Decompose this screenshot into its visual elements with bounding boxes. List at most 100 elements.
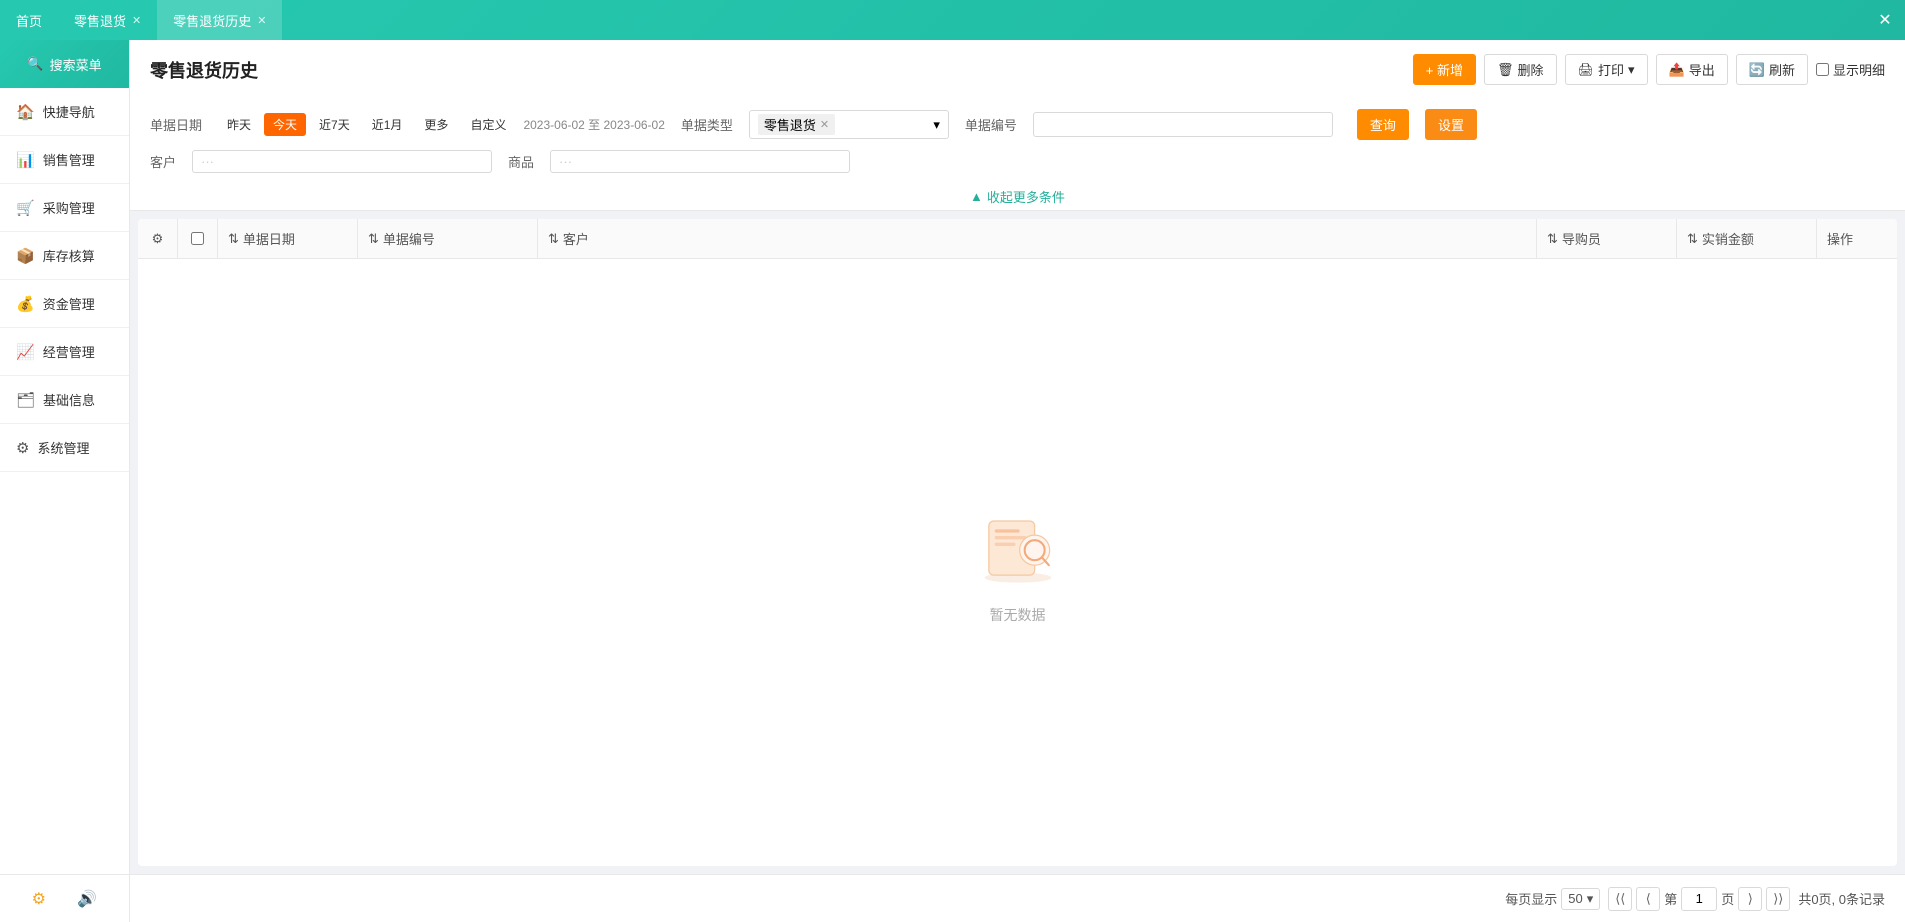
- sidebar-item-system[interactable]: ⚙ 系统管理: [0, 424, 129, 472]
- page-number-input[interactable]: [1681, 887, 1717, 911]
- sidebar-item-inventory[interactable]: 📦 库存核算: [0, 232, 129, 280]
- select-all-checkbox[interactable]: [191, 232, 204, 245]
- th-date[interactable]: ⇅ 单据日期: [218, 219, 358, 258]
- next-page-button[interactable]: ⟩: [1738, 887, 1762, 911]
- last-page-button[interactable]: ⟩⟩: [1766, 887, 1790, 911]
- sidebar-item-sales[interactable]: 📊 销售管理: [0, 136, 129, 184]
- print-dropdown-icon: ▾: [1628, 62, 1635, 78]
- export-icon: 📤: [1669, 62, 1685, 78]
- th-date-label: 单据日期: [243, 229, 295, 248]
- collapse-label: 收起更多条件: [987, 187, 1065, 206]
- page-size-area: 每页显示 50 ▾: [1505, 888, 1600, 910]
- page-title: 零售退货历史: [150, 57, 258, 83]
- refresh-icon: 🔄: [1749, 62, 1765, 78]
- speaker-icon[interactable]: 🔊: [77, 889, 97, 909]
- sidebar-item-management-label: 经营管理: [43, 342, 95, 361]
- date-btn-7days[interactable]: 近7天: [310, 113, 359, 136]
- table-header: ⚙ ⇅ 单据日期 ⇅ 单据编号 ⇅ 客户 ⇅: [138, 219, 1897, 259]
- main-layout: 🔍 搜索菜单 🏠 快捷导航 📊 销售管理 🛒 采购管理 📦 库存核算 💰 资金管…: [0, 40, 1905, 922]
- query-button[interactable]: 查询: [1357, 109, 1409, 140]
- date-btn-today[interactable]: 今天: [264, 113, 306, 136]
- export-button[interactable]: 📤 导出: [1656, 54, 1728, 85]
- print-label: 打印: [1598, 60, 1624, 79]
- sort-bill-icon: ⇅: [368, 231, 379, 247]
- purchase-icon: 🛒: [16, 199, 35, 217]
- th-checkbox[interactable]: [178, 219, 218, 258]
- th-guide-label: 导购员: [1562, 229, 1601, 248]
- th-guide[interactable]: ⇅ 导购员: [1537, 219, 1677, 258]
- th-amount[interactable]: ⇅ 实销金额: [1677, 219, 1817, 258]
- pagination-bar: 每页显示 50 ▾ ⟨⟨ ⟨ 第 页 ⟩ ⟩⟩ 共0页, 0条记录: [130, 874, 1905, 922]
- show-detail-checkbox[interactable]: [1816, 63, 1829, 76]
- page-header: 零售退货历史 + 新增 🗑 删除 🖨 打印 ▾ 📤 导出: [130, 40, 1905, 211]
- empty-state: 暂无数据: [138, 259, 1897, 866]
- th-customer[interactable]: ⇅ 客户: [538, 219, 1537, 258]
- goods-select[interactable]: ···: [550, 150, 850, 173]
- date-btn-custom[interactable]: 自定义: [461, 113, 515, 136]
- setting-button[interactable]: 设置: [1425, 109, 1477, 140]
- th-bill-label: 单据编号: [383, 229, 435, 248]
- add-button[interactable]: + 新增: [1413, 54, 1476, 85]
- tab-retail-return-history[interactable]: 零售退货历史 ✕: [157, 0, 282, 40]
- page-size-value: 50: [1568, 891, 1582, 906]
- collapse-arrow-icon: ▲: [970, 189, 983, 204]
- prev-page-button[interactable]: ⟨: [1636, 887, 1660, 911]
- table-section: ⚙ ⇅ 单据日期 ⇅ 单据编号 ⇅ 客户 ⇅: [138, 219, 1897, 866]
- sidebar-item-finance-label: 资金管理: [43, 294, 95, 313]
- home-icon: 🏠: [16, 103, 35, 121]
- collapse-button[interactable]: ▲ 收起更多条件: [958, 183, 1077, 210]
- th-action: 操作: [1817, 219, 1897, 258]
- sidebar-item-purchase[interactable]: 🛒 采购管理: [0, 184, 129, 232]
- page-unit: 页: [1721, 889, 1734, 908]
- page-size-dropdown-icon: ▾: [1587, 891, 1594, 907]
- bill-type-select[interactable]: 零售退货 ✕ ▾: [749, 110, 949, 139]
- sidebar-item-inventory-label: 库存核算: [43, 246, 95, 265]
- customer-select[interactable]: ···: [192, 150, 492, 173]
- sidebar-item-basic-info[interactable]: 🗂 基础信息: [0, 376, 129, 424]
- page-title-row: 零售退货历史 + 新增 🗑 删除 🖨 打印 ▾ 📤 导出: [150, 54, 1885, 85]
- date-btn-yesterday[interactable]: 昨天: [218, 113, 260, 136]
- page-navigation: ⟨⟨ ⟨ 第 页 ⟩ ⟩⟩: [1608, 887, 1790, 911]
- th-bill-no[interactable]: ⇅ 单据编号: [358, 219, 538, 258]
- tab-home[interactable]: 首页: [0, 0, 58, 40]
- filter-row-2: 客户 ··· 商品 ···: [150, 150, 1885, 173]
- show-detail-checkbox-label[interactable]: 显示明细: [1816, 60, 1885, 79]
- tab-retail-return-close[interactable]: ✕: [132, 14, 141, 27]
- settings-bottom-icon[interactable]: ⚙: [32, 889, 46, 909]
- sidebar-item-quick-nav-label: 快捷导航: [43, 102, 95, 121]
- sidebar-search[interactable]: 🔍 搜索菜单: [0, 40, 129, 88]
- bill-no-input[interactable]: [1033, 112, 1333, 137]
- th-setting[interactable]: ⚙: [138, 219, 178, 258]
- sort-date-icon: ⇅: [228, 231, 239, 247]
- tab-retail-return-history-close[interactable]: ✕: [257, 14, 266, 27]
- sidebar-item-finance[interactable]: 💰 资金管理: [0, 280, 129, 328]
- sidebar-item-management[interactable]: 📈 经营管理: [0, 328, 129, 376]
- first-page-button[interactable]: ⟨⟨: [1608, 887, 1632, 911]
- date-buttons: 昨天 今天 近7天 近1月 更多 自定义 2023-06-02 至 2023-0…: [218, 113, 665, 136]
- print-button[interactable]: 🖨 打印 ▾: [1565, 54, 1648, 85]
- customer-label: 客户: [150, 152, 176, 171]
- total-pages-text: 共0页, 0条记录: [1798, 889, 1885, 908]
- tab-retail-return[interactable]: 零售退货 ✕: [58, 0, 157, 40]
- finance-icon: 💰: [16, 295, 35, 313]
- inventory-icon: 📦: [16, 247, 35, 265]
- page-size-label: 每页显示: [1505, 889, 1557, 908]
- page-size-select[interactable]: 50 ▾: [1561, 888, 1600, 910]
- bill-no-label: 单据编号: [965, 115, 1017, 134]
- tabs-area: 首页 零售退货 ✕ 零售退货历史 ✕: [0, 0, 1865, 40]
- close-window-button[interactable]: ✕: [1865, 0, 1905, 40]
- system-icon: ⚙: [16, 439, 29, 457]
- bill-type-label: 单据类型: [681, 115, 733, 134]
- sales-icon: 📊: [16, 151, 35, 169]
- sidebar-bottom: ⚙ 🔊: [0, 874, 129, 922]
- date-btn-1month[interactable]: 近1月: [363, 113, 412, 136]
- date-btn-more[interactable]: 更多: [415, 113, 457, 136]
- delete-button[interactable]: 🗑 删除: [1484, 54, 1557, 85]
- empty-text: 暂无数据: [990, 605, 1046, 625]
- sort-customer-icon: ⇅: [548, 231, 559, 247]
- setting-icon: ⚙: [152, 231, 164, 247]
- sidebar-item-quick-nav[interactable]: 🏠 快捷导航: [0, 88, 129, 136]
- bill-type-tag-close[interactable]: ✕: [820, 118, 829, 131]
- toolbar: + 新增 🗑 删除 🖨 打印 ▾ 📤 导出 🔄: [1413, 54, 1885, 85]
- refresh-button[interactable]: 🔄 刷新: [1736, 54, 1808, 85]
